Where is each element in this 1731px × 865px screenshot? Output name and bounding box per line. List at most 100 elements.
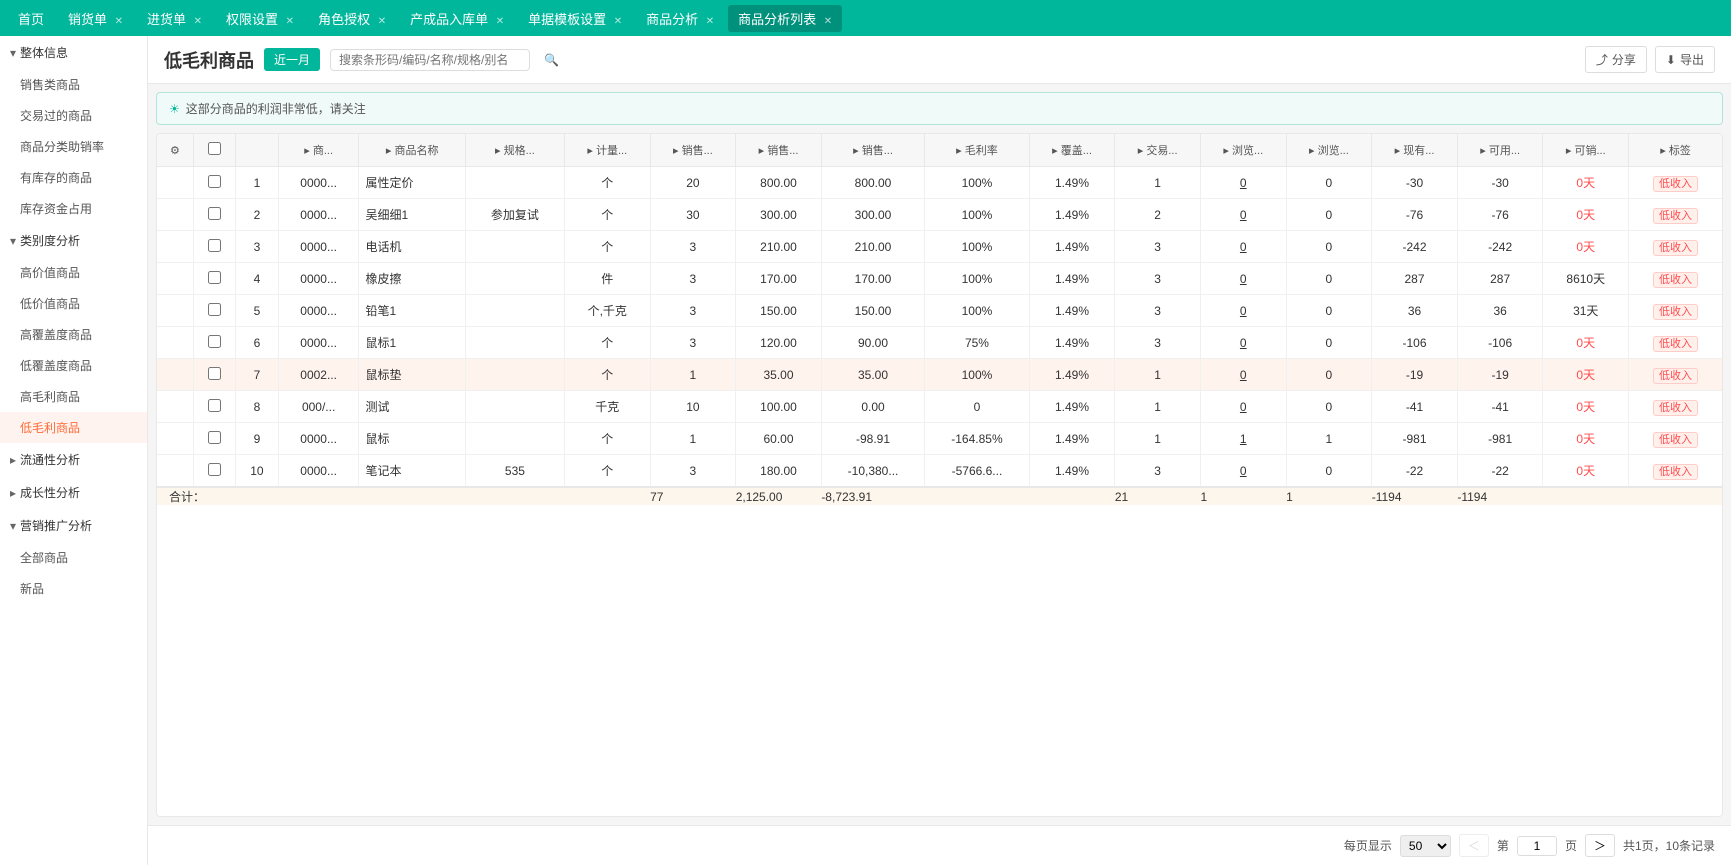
nav-purchase[interactable]: 进货单 ✕ [137, 5, 212, 32]
cell-check[interactable] [193, 199, 235, 231]
col-check-all[interactable] [193, 134, 235, 167]
sidebar-group-marketing[interactable]: ▾ 营销推广分析 [0, 509, 147, 542]
sidebar-item-low-value[interactable]: 低价值商品 [0, 288, 147, 319]
sidebar-item-low-coverage[interactable]: 低覆盖度商品 [0, 350, 147, 381]
cell-browse1[interactable]: 0 [1200, 295, 1286, 327]
row-checkbox[interactable] [208, 399, 221, 412]
sidebar-group-category[interactable]: ▾ 类别度分析 [0, 224, 147, 257]
search-icon[interactable]: 🔍 [544, 53, 559, 67]
nav-sales[interactable]: 销货单 ✕ [58, 5, 133, 32]
col-transaction[interactable]: ▸ 交易... [1115, 134, 1201, 167]
col-sales-qty[interactable]: ▸ 销售... [650, 134, 736, 167]
col-sales-amount[interactable]: ▸ 销售... [821, 134, 924, 167]
row-checkbox[interactable] [208, 271, 221, 284]
sidebar-item-sales-goods[interactable]: 销售类商品 [0, 69, 147, 100]
row-checkbox[interactable] [208, 463, 221, 476]
next-page-button[interactable]: ＞ [1585, 834, 1615, 857]
sidebar-item-high-coverage[interactable]: 高覆盖度商品 [0, 319, 147, 350]
share-button[interactable]: ⤴ 分享 [1585, 46, 1647, 73]
col-spec[interactable]: ▸ 规格... [465, 134, 564, 167]
col-code[interactable]: ▸ 商... [278, 134, 359, 167]
nav-close-perms[interactable]: ✕ [286, 16, 294, 27]
cell-browse1[interactable]: 0 [1200, 455, 1286, 488]
nav-close-purchase[interactable]: ✕ [194, 16, 202, 27]
nav-analysis[interactable]: 商品分析 ✕ [636, 5, 724, 32]
cell-check[interactable] [193, 391, 235, 423]
cell-browse1[interactable]: 0 [1200, 359, 1286, 391]
row-checkbox[interactable] [208, 367, 221, 380]
browse1-link[interactable]: 0 [1240, 336, 1247, 350]
browse1-link[interactable]: 0 [1240, 240, 1247, 254]
browse1-link[interactable]: 0 [1240, 464, 1247, 478]
col-current-stock[interactable]: ▸ 现有... [1372, 134, 1458, 167]
nav-products[interactable]: 产成品入库单 ✕ [400, 5, 514, 32]
nav-close-products[interactable]: ✕ [496, 16, 504, 27]
sidebar-item-capital[interactable]: 库存资金占用 [0, 193, 147, 224]
col-name[interactable]: ▸ 商品名称 [359, 134, 465, 167]
browse1-link[interactable]: 0 [1240, 304, 1247, 318]
browse1-link[interactable]: 0 [1240, 176, 1247, 190]
nav-close-analysis-list[interactable]: ✕ [824, 16, 832, 27]
nav-perms[interactable]: 权限设置 ✕ [216, 5, 304, 32]
cell-browse1[interactable]: 0 [1200, 391, 1286, 423]
col-coverage[interactable]: ▸ 覆盖... [1029, 134, 1115, 167]
prev-page-button[interactable]: ＜ [1459, 834, 1489, 857]
sidebar-group-growth[interactable]: ▸ 成长性分析 [0, 476, 147, 509]
col-tag[interactable]: ▸ 标签 [1629, 134, 1722, 167]
col-settings[interactable]: ⚙ [157, 134, 193, 167]
cell-check[interactable] [193, 263, 235, 295]
cell-check[interactable] [193, 359, 235, 391]
cell-browse1[interactable]: 0 [1200, 167, 1286, 199]
col-browse2[interactable]: ▸ 浏览... [1286, 134, 1372, 167]
sidebar-item-all-goods[interactable]: 全部商品 [0, 542, 147, 573]
cell-check[interactable] [193, 167, 235, 199]
time-filter-button[interactable]: 近一月 [264, 48, 320, 71]
cell-check[interactable] [193, 423, 235, 455]
sidebar-item-high-value[interactable]: 高价值商品 [0, 257, 147, 288]
row-checkbox[interactable] [208, 175, 221, 188]
sidebar-item-high-margin[interactable]: 高毛利商品 [0, 381, 147, 412]
col-available[interactable]: ▸ 可用... [1457, 134, 1543, 167]
page-number-input[interactable] [1517, 836, 1557, 856]
sidebar-group-liquidity[interactable]: ▸ 流通性分析 [0, 443, 147, 476]
nav-roles[interactable]: 角色授权 ✕ [308, 5, 396, 32]
nav-close-roles[interactable]: ✕ [378, 16, 386, 27]
cell-check[interactable] [193, 327, 235, 359]
row-checkbox[interactable] [208, 303, 221, 316]
sidebar-item-category-rate[interactable]: 商品分类助销率 [0, 131, 147, 162]
sidebar-item-traded-goods[interactable]: 交易过的商品 [0, 100, 147, 131]
row-checkbox[interactable] [208, 239, 221, 252]
sidebar-group-overall[interactable]: ▾ 整体信息 [0, 36, 147, 69]
browse1-link[interactable]: 0 [1240, 208, 1247, 222]
row-checkbox[interactable] [208, 431, 221, 444]
col-browse1[interactable]: ▸ 浏览... [1200, 134, 1286, 167]
nav-home[interactable]: 首页 [8, 5, 54, 32]
col-unit[interactable]: ▸ 计量... [564, 134, 650, 167]
browse1-link[interactable]: 0 [1240, 400, 1247, 414]
col-gross-rate[interactable]: ▸ 毛利率 [925, 134, 1029, 167]
nav-close-analysis[interactable]: ✕ [706, 16, 714, 27]
col-sales-price[interactable]: ▸ 销售... [736, 134, 822, 167]
cell-browse1[interactable]: 0 [1200, 263, 1286, 295]
cell-check[interactable] [193, 455, 235, 488]
browse1-link[interactable]: 1 [1240, 432, 1247, 446]
cell-check[interactable] [193, 231, 235, 263]
nav-analysis-list[interactable]: 商品分析列表 ✕ [728, 5, 842, 32]
row-checkbox[interactable] [208, 207, 221, 220]
col-saleable[interactable]: ▸ 可销... [1543, 134, 1629, 167]
cell-check[interactable] [193, 295, 235, 327]
row-checkbox[interactable] [208, 335, 221, 348]
browse1-link[interactable]: 0 [1240, 368, 1247, 382]
search-input[interactable] [330, 49, 530, 71]
nav-close-templates[interactable]: ✕ [614, 16, 622, 27]
cell-browse1[interactable]: 0 [1200, 199, 1286, 231]
nav-close-sales[interactable]: ✕ [115, 16, 123, 27]
per-page-select[interactable]: 50 100 [1400, 835, 1451, 857]
cell-browse1[interactable]: 0 [1200, 231, 1286, 263]
export-button[interactable]: ⬇ 导出 [1655, 46, 1715, 73]
sidebar-item-new-goods[interactable]: 新品 [0, 573, 147, 604]
nav-templates[interactable]: 单据模板设置 ✕ [518, 5, 632, 32]
sidebar-item-low-margin[interactable]: 低毛利商品 [0, 412, 147, 443]
check-all-checkbox[interactable] [208, 142, 221, 155]
sidebar-item-stock-goods[interactable]: 有库存的商品 [0, 162, 147, 193]
